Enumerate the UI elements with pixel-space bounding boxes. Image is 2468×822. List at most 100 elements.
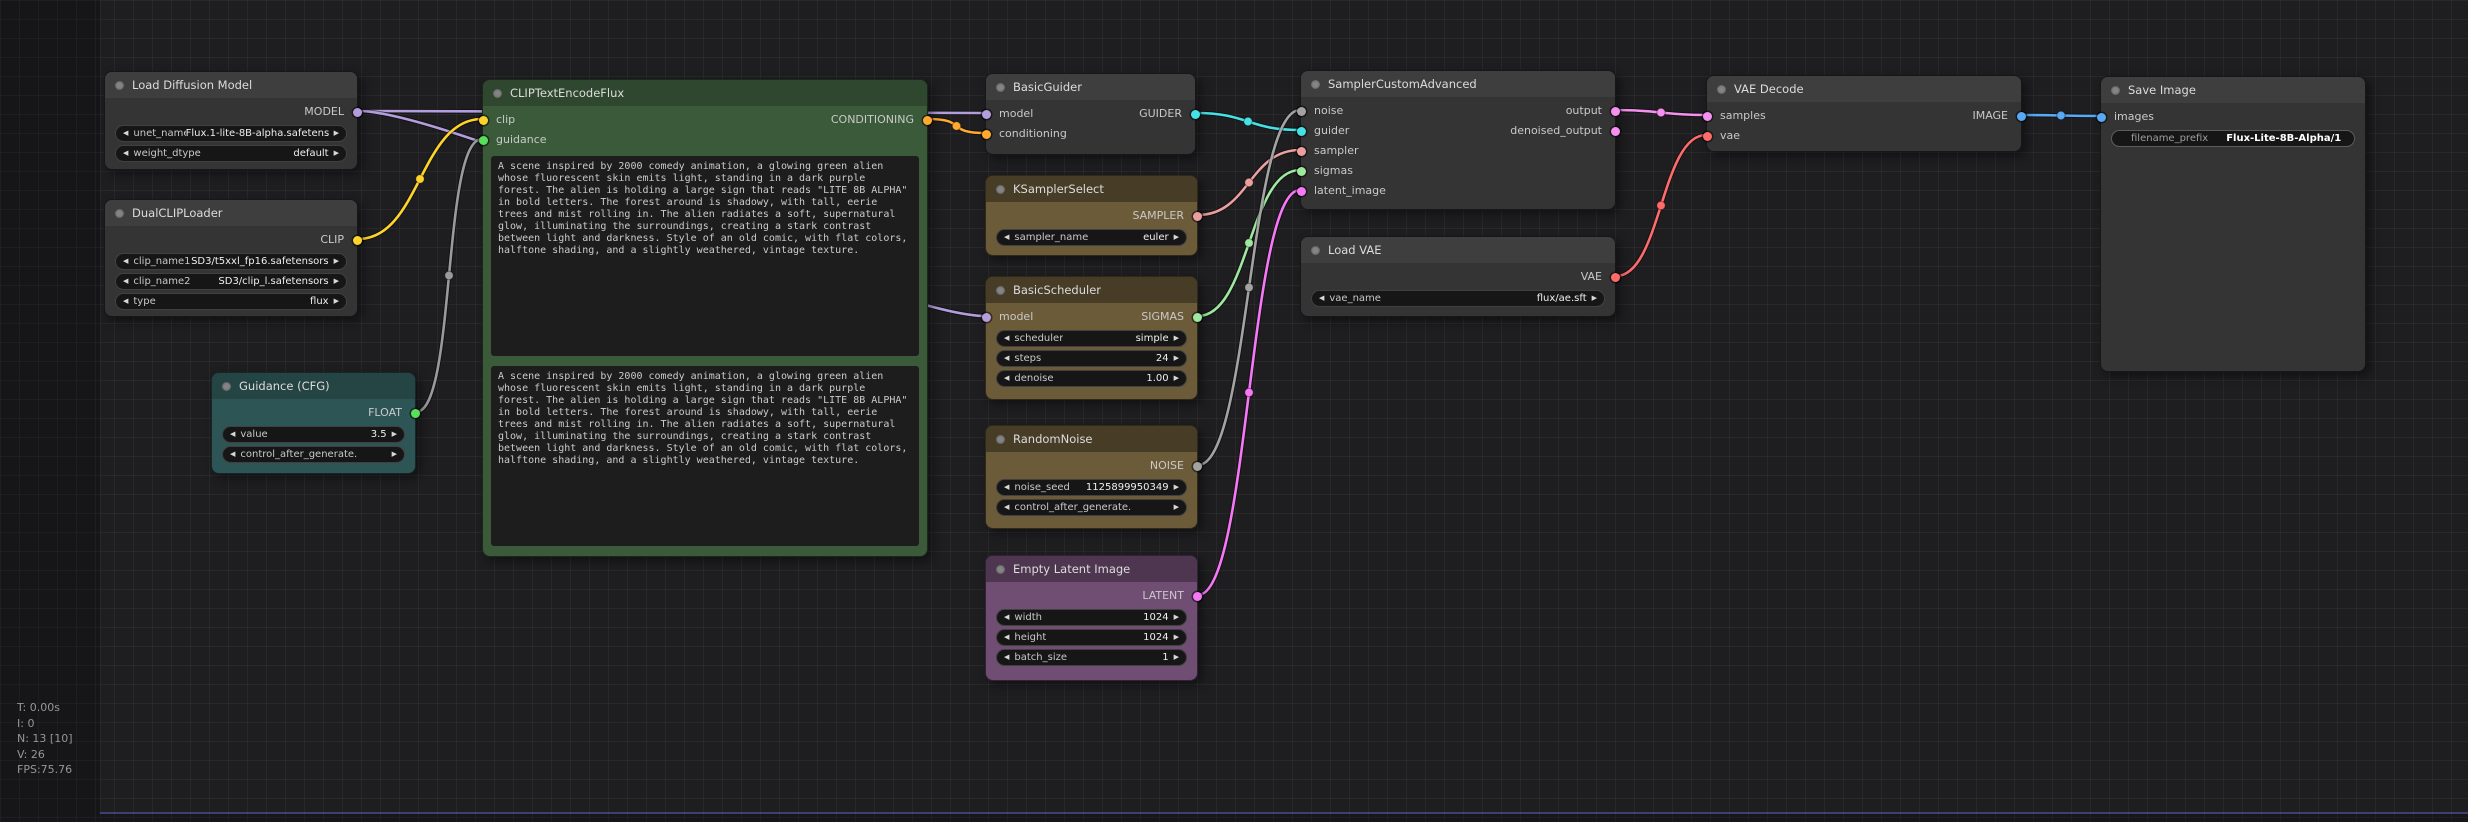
widget-arrow-right[interactable]: ▶	[1174, 504, 1179, 511]
widget-steps[interactable]: ◀ steps 24 ▶	[996, 350, 1187, 367]
node-header[interactable]: Guidance (CFG)	[212, 373, 415, 399]
node-basic-guider[interactable]: BasicGuider model GUIDER conditioning	[981, 73, 1200, 155]
widget-arrow-right[interactable]: ▶	[1174, 654, 1179, 661]
input-port-model[interactable]	[981, 312, 991, 322]
widget-arrow-left[interactable]: ◀	[1004, 375, 1009, 382]
input-port-guidance[interactable]	[478, 135, 488, 145]
node-ksampler-select[interactable]: KSamplerSelect SAMPLER ◀ sampler_name euler ▶	[985, 175, 1202, 256]
widget-arrow-left[interactable]: ◀	[1004, 355, 1009, 362]
collapse-dot[interactable]	[1311, 79, 1320, 89]
widget-arrow-right[interactable]: ▶	[1174, 634, 1179, 641]
widget-control_after_generate[interactable]: ◀ control_after_generate. ▶	[996, 499, 1187, 516]
wire-midpoint-dot[interactable]	[1656, 107, 1666, 118]
widget-type[interactable]: ◀ type flux ▶	[115, 293, 347, 310]
widget-arrow-right[interactable]: ▶	[1592, 295, 1597, 302]
node-load-vae[interactable]: Load VAE VAE ◀ vae_name flux/ae.sft ▶	[1300, 236, 1620, 317]
node-clip-text-encode-flux[interactable]: CLIPTextEncodeFlux clip CONDITIONING guidan…	[478, 79, 932, 557]
widget-unet_name[interactable]: ◀ unet_name Flux.1-lite-8B-alpha.safetens……	[115, 125, 347, 142]
input-port-samples[interactable]	[1702, 111, 1712, 121]
widget-arrow-right[interactable]: ▶	[392, 451, 397, 458]
widget-arrow-left[interactable]: ◀	[123, 278, 128, 285]
input-port-vae[interactable]	[1702, 131, 1712, 141]
widget-arrow-left[interactable]: ◀	[1319, 295, 1324, 302]
node-header[interactable]: Load Diffusion Model	[105, 72, 357, 98]
widget-arrow-left[interactable]: ◀	[230, 451, 235, 458]
prompt-textarea[interactable]: A scene inspired by 2000 comedy animatio…	[491, 366, 919, 546]
node-header[interactable]: KSamplerSelect	[986, 176, 1197, 202]
output-port-MODEL[interactable]	[352, 107, 362, 117]
output-port-SAMPLER[interactable]	[1192, 211, 1202, 221]
input-port-sampler[interactable]	[1296, 146, 1306, 156]
node-dual-clip-loader[interactable]: DualCLIPLoader CLIP ◀ clip_name1 SD3/t5xxl_f…	[104, 199, 362, 317]
node-guidance-cfg[interactable]: Guidance (CFG) FLOAT ◀ value 3.5 ▶ ◀ control_af…	[211, 372, 420, 474]
collapse-dot[interactable]	[1311, 245, 1320, 255]
widget-filename_prefix[interactable]: filename_prefix Flux-Lite-8B-Alpha/1	[2111, 130, 2355, 147]
input-port-conditioning[interactable]	[981, 129, 991, 139]
widget-arrow-left[interactable]: ◀	[123, 298, 128, 305]
input-port-guider[interactable]	[1296, 126, 1306, 136]
collapse-dot[interactable]	[493, 88, 502, 98]
node-header[interactable]: CLIPTextEncodeFlux	[483, 80, 927, 106]
node-basic-scheduler[interactable]: BasicScheduler model SIGMAS ◀ scheduler simpl…	[981, 276, 1202, 400]
node-header[interactable]: Empty Latent Image	[986, 556, 1197, 582]
widget-arrow-right[interactable]: ▶	[1174, 375, 1179, 382]
wire-midpoint-dot[interactable]	[1244, 177, 1254, 188]
node-header[interactable]: BasicGuider	[986, 74, 1195, 100]
widget-arrow-left[interactable]: ◀	[123, 150, 128, 157]
widget-clip_name1[interactable]: ◀ clip_name1 SD3/t5xxl_fp16.safetensors ▶	[115, 253, 347, 270]
node-header[interactable]: Load VAE	[1301, 237, 1615, 263]
widget-height[interactable]: ◀ height 1024 ▶	[996, 629, 1187, 646]
widget-arrow-right[interactable]: ▶	[334, 278, 339, 285]
widget-scheduler[interactable]: ◀ scheduler simple ▶	[996, 330, 1187, 347]
input-port-clip[interactable]	[478, 115, 488, 125]
widget-arrow-left[interactable]: ◀	[1004, 234, 1009, 241]
widget-width[interactable]: ◀ width 1024 ▶	[996, 609, 1187, 626]
widget-arrow-left[interactable]: ◀	[1004, 654, 1009, 661]
collapse-dot[interactable]	[1717, 84, 1726, 94]
widget-arrow-right[interactable]: ▶	[1174, 234, 1179, 241]
wire-midpoint-dot[interactable]	[1243, 116, 1253, 127]
widget-arrow-right[interactable]: ▶	[1174, 484, 1179, 491]
output-port-NOISE[interactable]	[1192, 461, 1202, 471]
output-port-SIGMAS[interactable]	[1192, 312, 1202, 322]
wire-midpoint-dot[interactable]	[444, 270, 454, 281]
collapse-dot[interactable]	[996, 434, 1005, 444]
node-header[interactable]: RandomNoise	[986, 426, 1197, 452]
widget-arrow-right[interactable]: ▶	[1174, 614, 1179, 621]
widget-arrow-right[interactable]: ▶	[1174, 355, 1179, 362]
output-port-CLIP[interactable]	[352, 235, 362, 245]
widget-arrow-right[interactable]: ▶	[334, 298, 339, 305]
widget-weight_dtype[interactable]: ◀ weight_dtype default ▶	[115, 145, 347, 162]
prompt-textarea[interactable]: A scene inspired by 2000 comedy animatio…	[491, 156, 919, 356]
widget-arrow-left[interactable]: ◀	[1004, 484, 1009, 491]
widget-denoise[interactable]: ◀ denoise 1.00 ▶	[996, 370, 1187, 387]
collapse-dot[interactable]	[222, 381, 231, 391]
widget-arrow-right[interactable]: ▶	[334, 258, 339, 265]
output-port-denoised_output[interactable]	[1610, 126, 1620, 136]
node-header[interactable]: BasicScheduler	[986, 277, 1197, 303]
widget-vae_name[interactable]: ◀ vae_name flux/ae.sft ▶	[1311, 290, 1605, 307]
input-port-sigmas[interactable]	[1296, 166, 1306, 176]
output-port-GUIDER[interactable]	[1190, 109, 1200, 119]
input-port-model[interactable]	[981, 109, 991, 119]
widget-arrow-left[interactable]: ◀	[230, 431, 235, 438]
input-port-noise[interactable]	[1296, 106, 1306, 116]
node-sampler-custom-advanced[interactable]: SamplerCustomAdvanced noise output guider de…	[1296, 70, 1620, 210]
node-random-noise[interactable]: RandomNoise NOISE ◀ noise_seed 1125899950349…	[985, 425, 1202, 529]
widget-sampler_name[interactable]: ◀ sampler_name euler ▶	[996, 229, 1187, 246]
graph-canvas[interactable]: Load Diffusion Model MODEL ◀ unet_name Flux.…	[0, 0, 2468, 822]
collapse-dot[interactable]	[996, 184, 1005, 194]
node-empty-latent-image[interactable]: Empty Latent Image LATENT ◀ width 1024 ▶ ◀ heig…	[985, 555, 1202, 681]
collapse-dot[interactable]	[115, 80, 124, 90]
output-port-LATENT[interactable]	[1192, 591, 1202, 601]
output-port-IMAGE[interactable]	[2016, 111, 2026, 121]
widget-arrow-left[interactable]: ◀	[1004, 504, 1009, 511]
widget-arrow-left[interactable]: ◀	[1004, 614, 1009, 621]
output-port-output[interactable]	[1610, 106, 1620, 116]
widget-arrow-left[interactable]: ◀	[123, 258, 128, 265]
node-vae-decode[interactable]: VAE Decode samples IMAGE vae	[1702, 75, 2026, 152]
wire-midpoint-dot[interactable]	[1244, 238, 1254, 248]
node-save-image[interactable]: Save Image images filename_prefix Flux-Lite…	[2096, 76, 2366, 372]
collapse-dot[interactable]	[996, 285, 1005, 295]
input-port-latent_image[interactable]	[1296, 186, 1306, 196]
